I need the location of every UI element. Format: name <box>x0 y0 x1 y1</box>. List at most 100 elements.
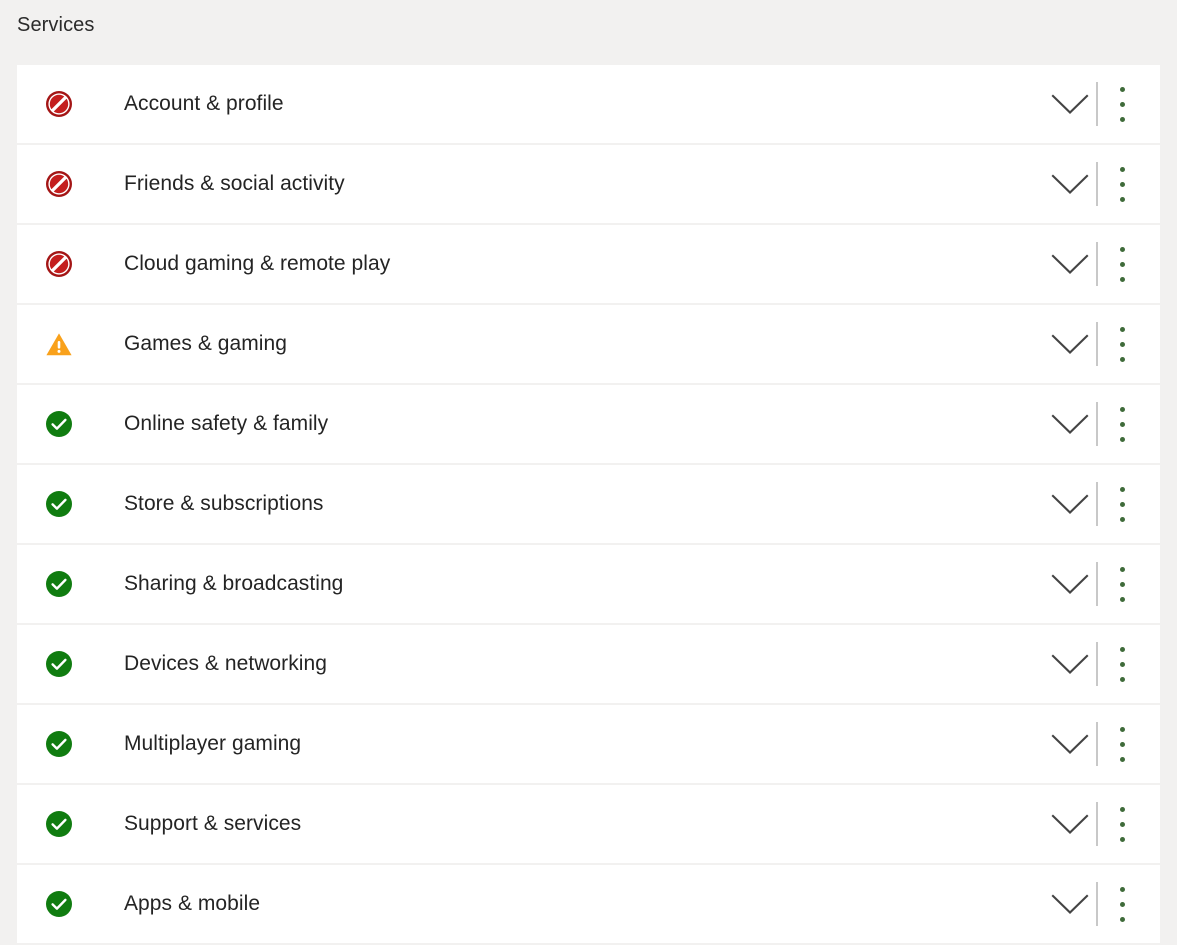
kebab-dot <box>1119 581 1125 587</box>
service-row[interactable]: Devices & networking <box>17 625 1160 703</box>
more-options-icon[interactable] <box>1098 545 1146 623</box>
more-options-icon[interactable] <box>1098 625 1146 703</box>
kebab-dot <box>1119 596 1125 602</box>
row-actions <box>1044 545 1146 623</box>
service-name-label: Devices & networking <box>124 652 327 675</box>
row-actions <box>1044 625 1146 703</box>
service-row[interactable]: Support & services <box>17 785 1160 863</box>
service-name-label: Sharing & broadcasting <box>124 572 344 595</box>
kebab-dot <box>1119 196 1125 202</box>
kebab-dot <box>1119 356 1125 362</box>
kebab-dot <box>1119 676 1125 682</box>
chevron-down-icon[interactable] <box>1044 145 1096 223</box>
kebab-dot <box>1119 916 1125 922</box>
service-name-label: Games & gaming <box>124 332 287 355</box>
kebab-dot <box>1119 276 1125 282</box>
kebab-dot <box>1119 901 1125 907</box>
service-name-label: Apps & mobile <box>124 892 261 915</box>
kebab-dot <box>1119 516 1125 522</box>
more-options-icon[interactable] <box>1098 305 1146 383</box>
chevron-down-icon[interactable] <box>1044 305 1096 383</box>
kebab-dot <box>1119 341 1125 347</box>
services-list: Account & profile Friends & social activi… <box>17 65 1160 945</box>
row-actions <box>1044 785 1146 863</box>
kebab-dot <box>1119 741 1125 747</box>
blocked-icon <box>45 170 73 198</box>
kebab-dot <box>1119 246 1125 252</box>
more-options-icon[interactable] <box>1098 465 1146 543</box>
more-options-icon[interactable] <box>1098 225 1146 303</box>
kebab-dot <box>1119 421 1125 427</box>
more-options-icon[interactable] <box>1098 145 1146 223</box>
kebab-dot <box>1119 661 1125 667</box>
success-check-icon <box>45 410 73 438</box>
kebab-dot <box>1119 116 1125 122</box>
kebab-dot <box>1119 806 1125 812</box>
service-name-label: Account & profile <box>124 92 284 115</box>
warning-icon <box>45 330 73 358</box>
kebab-dot <box>1119 646 1125 652</box>
kebab-dot <box>1119 86 1125 92</box>
success-check-icon <box>45 490 73 518</box>
service-name-label: Online safety & family <box>124 412 329 435</box>
row-actions <box>1044 465 1146 543</box>
service-name-label: Cloud gaming & remote play <box>124 252 391 275</box>
kebab-dot <box>1119 436 1125 442</box>
service-row[interactable]: Sharing & broadcasting <box>17 545 1160 623</box>
chevron-down-icon[interactable] <box>1044 705 1096 783</box>
more-options-icon[interactable] <box>1098 785 1146 863</box>
service-name-label: Friends & social activity <box>124 172 345 195</box>
chevron-down-icon[interactable] <box>1044 465 1096 543</box>
kebab-dot <box>1119 261 1125 267</box>
kebab-dot <box>1119 756 1125 762</box>
kebab-dot <box>1119 166 1125 172</box>
service-row[interactable]: Account & profile <box>17 65 1160 143</box>
success-check-icon <box>45 730 73 758</box>
chevron-down-icon[interactable] <box>1044 625 1096 703</box>
chevron-down-icon[interactable] <box>1044 785 1096 863</box>
kebab-dot <box>1119 486 1125 492</box>
row-actions <box>1044 385 1146 463</box>
kebab-dot <box>1119 406 1125 412</box>
row-actions <box>1044 305 1146 383</box>
row-actions <box>1044 705 1146 783</box>
kebab-dot <box>1119 566 1125 572</box>
success-check-icon <box>45 570 73 598</box>
row-actions <box>1044 65 1146 143</box>
service-row[interactable]: Store & subscriptions <box>17 465 1160 543</box>
row-actions <box>1044 145 1146 223</box>
service-row[interactable]: Online safety & family <box>17 385 1160 463</box>
service-name-label: Support & services <box>124 812 302 835</box>
kebab-dot <box>1119 726 1125 732</box>
more-options-icon[interactable] <box>1098 865 1146 943</box>
services-status-page: Services Account & profile Friends & soci… <box>0 0 1177 943</box>
more-options-icon[interactable] <box>1098 385 1146 463</box>
kebab-dot <box>1119 181 1125 187</box>
kebab-dot <box>1119 886 1125 892</box>
service-row[interactable]: Multiplayer gaming <box>17 705 1160 783</box>
success-check-icon <box>45 650 73 678</box>
chevron-down-icon[interactable] <box>1044 385 1096 463</box>
more-options-icon[interactable] <box>1098 65 1146 143</box>
row-actions <box>1044 225 1146 303</box>
chevron-down-icon[interactable] <box>1044 65 1096 143</box>
row-actions <box>1044 865 1146 943</box>
service-row[interactable]: Cloud gaming & remote play <box>17 225 1160 303</box>
blocked-icon <box>45 250 73 278</box>
chevron-down-icon[interactable] <box>1044 225 1096 303</box>
chevron-down-icon[interactable] <box>1044 865 1096 943</box>
service-row[interactable]: Apps & mobile <box>17 865 1160 943</box>
success-check-icon <box>45 810 73 838</box>
more-options-icon[interactable] <box>1098 705 1146 783</box>
service-row[interactable]: Games & gaming <box>17 305 1160 383</box>
kebab-dot <box>1119 501 1125 507</box>
blocked-icon <box>45 90 73 118</box>
page-title: Services <box>17 14 95 36</box>
success-check-icon <box>45 890 73 918</box>
service-row[interactable]: Friends & social activity <box>17 145 1160 223</box>
chevron-down-icon[interactable] <box>1044 545 1096 623</box>
kebab-dot <box>1119 326 1125 332</box>
kebab-dot <box>1119 836 1125 842</box>
kebab-dot <box>1119 101 1125 107</box>
service-name-label: Store & subscriptions <box>124 492 324 515</box>
